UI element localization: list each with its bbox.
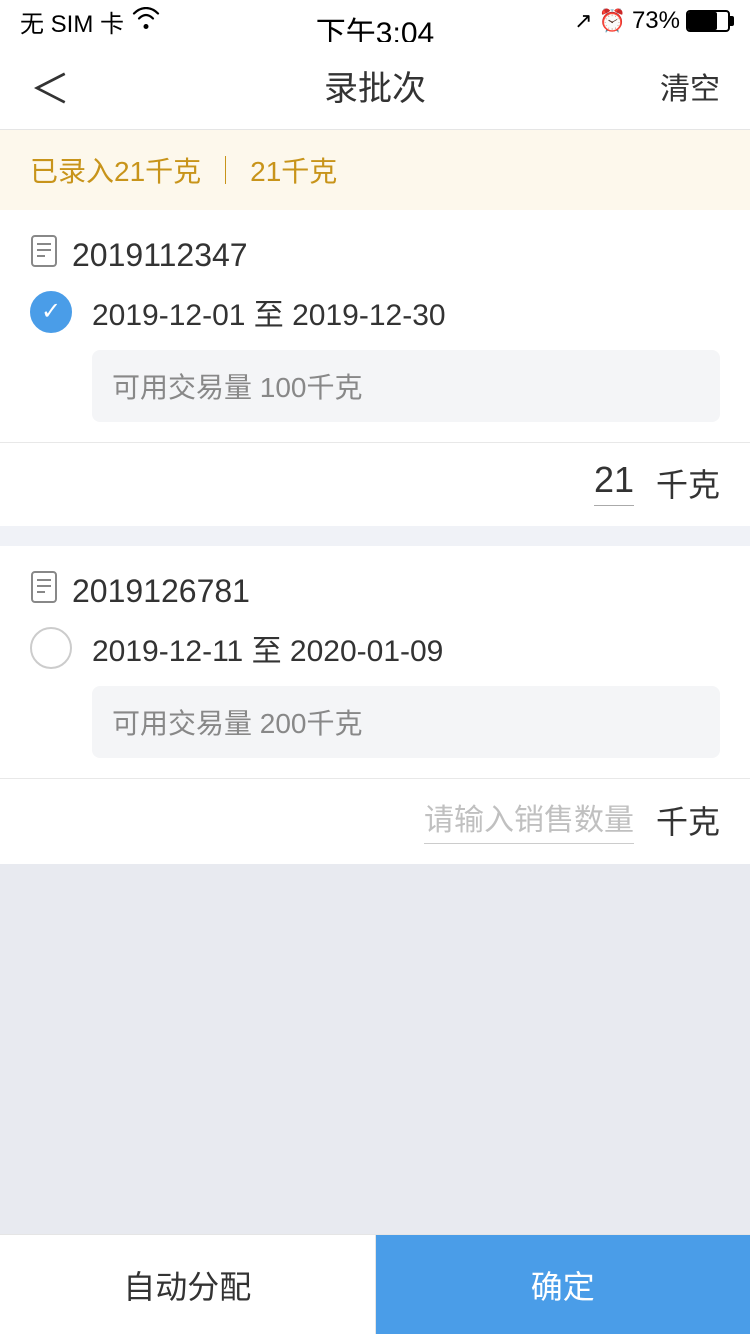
batch-card-1: 2019112347 ✓ 2019-12-01 至 2019-12-30 可用交… bbox=[0, 210, 750, 526]
footer: 自动分配 确定 bbox=[0, 1234, 750, 1334]
status-left: 无 SIM 卡 bbox=[20, 4, 160, 39]
quantity-placeholder-2[interactable]: 请输入销售数量 bbox=[424, 795, 634, 839]
clear-button[interactable]: 清空 bbox=[660, 64, 720, 108]
status-right: ↗ ⏰ 73% bbox=[574, 7, 730, 35]
location-icon: ↗ bbox=[574, 8, 592, 34]
battery-icon bbox=[686, 10, 730, 32]
date-range-1: 2019-12-01 至 2019-12-30 bbox=[92, 290, 446, 334]
nav-bar: ＜ 录批次 清空 bbox=[0, 42, 750, 130]
batch-selector-1[interactable]: ✓ 2019-12-01 至 2019-12-30 bbox=[30, 290, 720, 334]
auto-distribute-button[interactable]: 自动分配 bbox=[0, 1235, 376, 1334]
quantity-row-2: 请输入销售数量 千克 bbox=[0, 778, 750, 864]
batch-item-2: 2019126781 2019-12-11 至 2020-01-09 可用交易量… bbox=[0, 546, 750, 758]
carrier-label: 无 SIM 卡 bbox=[20, 4, 124, 39]
back-button[interactable]: ＜ bbox=[30, 57, 70, 115]
radio-selected-1[interactable]: ✓ bbox=[30, 291, 72, 333]
wifi-icon bbox=[132, 7, 160, 36]
battery-percent: 73% bbox=[632, 7, 680, 35]
info-banner: 已录入21千克 21千克 bbox=[0, 130, 750, 210]
batch-card-2: 2019126781 2019-12-11 至 2020-01-09 可用交易量… bbox=[0, 546, 750, 864]
batch-separator bbox=[0, 526, 750, 546]
batch-header-1: 2019112347 bbox=[30, 234, 720, 276]
doc-icon-1 bbox=[30, 234, 62, 276]
batch-item-1: 2019112347 ✓ 2019-12-01 至 2019-12-30 可用交… bbox=[0, 210, 750, 422]
quantity-value-1: 21 bbox=[594, 459, 634, 501]
quantity-unit-2: 千克 bbox=[656, 797, 720, 843]
batch-selector-2[interactable]: 2019-12-11 至 2020-01-09 bbox=[30, 626, 720, 670]
batch-header-2: 2019126781 bbox=[30, 570, 720, 612]
quantity-row-1: 21 千克 bbox=[0, 442, 750, 526]
status-bar: 无 SIM 卡 下午3:04 ↗ ⏰ 73% bbox=[0, 0, 750, 42]
checkmark-1: ✓ bbox=[41, 300, 61, 324]
date-range-2: 2019-12-11 至 2020-01-09 bbox=[92, 626, 443, 670]
available-2: 可用交易量 200千克 bbox=[92, 686, 720, 758]
info-divider bbox=[225, 156, 226, 184]
available-1: 可用交易量 100千克 bbox=[92, 350, 720, 422]
page-title: 录批次 bbox=[324, 61, 426, 110]
battery-fill bbox=[688, 12, 717, 30]
quantity-unit-1: 千克 bbox=[656, 460, 720, 506]
alarm-icon: ⏰ bbox=[599, 8, 626, 34]
page-wrapper: 无 SIM 卡 下午3:04 ↗ ⏰ 73% ＜ 录批次 清空 已录入21千克 bbox=[0, 0, 750, 1334]
amount-label: 21千克 bbox=[250, 150, 337, 190]
confirm-button[interactable]: 确定 bbox=[376, 1235, 750, 1334]
batch-number-1: 2019112347 bbox=[72, 237, 248, 274]
batch-number-2: 2019126781 bbox=[72, 573, 250, 610]
doc-icon-2 bbox=[30, 570, 62, 612]
radio-unselected-2[interactable] bbox=[30, 627, 72, 669]
recorded-label: 已录入21千克 bbox=[30, 150, 201, 190]
